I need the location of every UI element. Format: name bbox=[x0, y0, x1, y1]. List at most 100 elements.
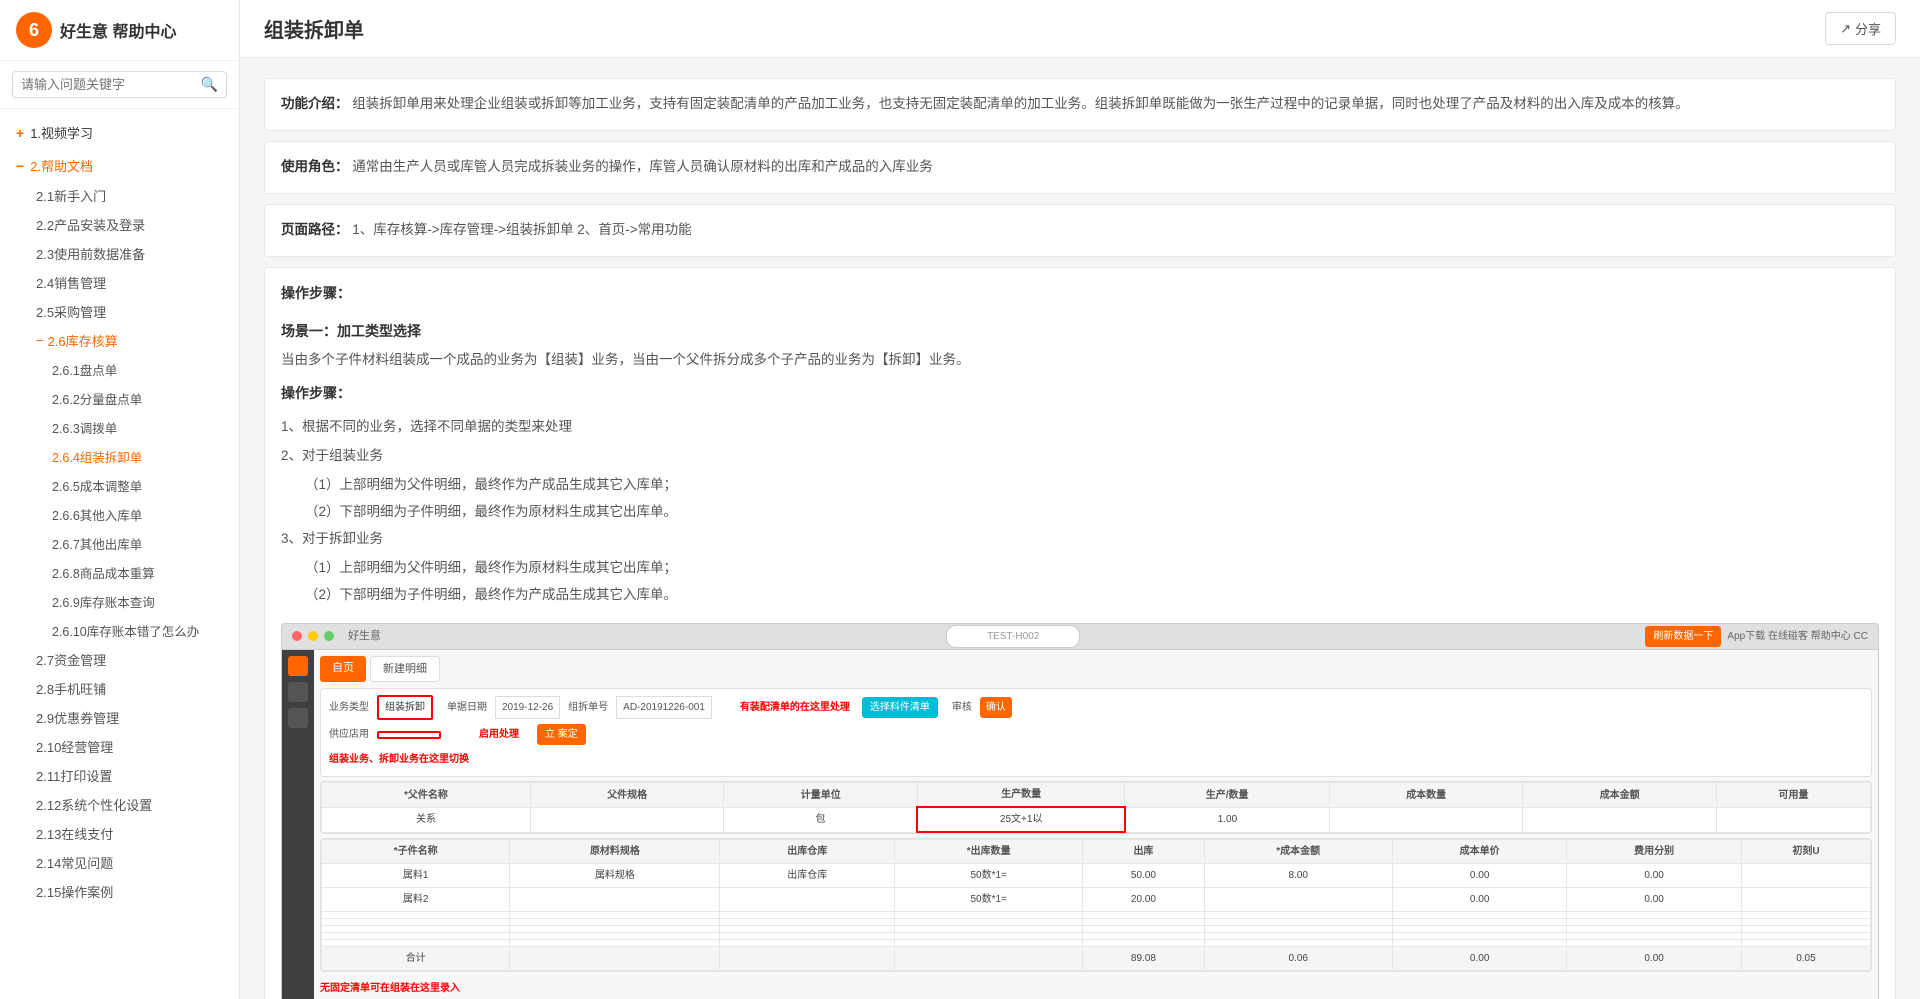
sidebar-item-2-2[interactable]: 2.2产品安装及登录 bbox=[0, 210, 239, 239]
header: 组装拆卸单 ↗ 分享 bbox=[240, 0, 1920, 58]
table-row bbox=[322, 940, 1871, 947]
sidebar-item-2-9[interactable]: 2.9优惠券管理 bbox=[0, 703, 239, 732]
table-footer: 合计 89.08 0.06 0.00 0.00 0.05 bbox=[322, 947, 1871, 971]
nav-sub-items-2-6: 2.6.1盘点单 2.6.2分量盘点单 2.6.3调拨单 2.6.4组装拆卸单 … bbox=[0, 355, 239, 645]
form-audit-btn: 确认 bbox=[980, 697, 1012, 718]
form-code-label: 组拆单号 bbox=[568, 699, 608, 716]
sidebar-item-2-6-1[interactable]: 2.6.1盘点单 bbox=[0, 355, 239, 384]
th-prod-qty2: 生产/数量 bbox=[1125, 783, 1330, 808]
window-close-dot bbox=[292, 631, 302, 641]
table-row bbox=[322, 912, 1871, 919]
form-audit-label: 审核 bbox=[952, 699, 972, 716]
sidebar-item-2-6-7[interactable]: 2.6.7其他出库单 bbox=[0, 529, 239, 558]
sidebar-item-2[interactable]: − 2.帮助文档 bbox=[0, 150, 239, 181]
nav-sub-items-2: 2.1新手入门 2.2产品安装及登录 2.3使用前数据准备 2.4销售管理 2.… bbox=[0, 181, 239, 906]
th-available: 可用量 bbox=[1716, 783, 1870, 808]
step2-sub2: （2）下部明细为子件明细，最终作为原材料生成其它出库单。 bbox=[281, 501, 1879, 524]
form-supplier-val bbox=[377, 731, 441, 739]
form-confirm-btn: 立 案定 bbox=[537, 724, 586, 745]
sidebar-item-2-5[interactable]: 2.5采购管理 bbox=[0, 297, 239, 326]
form-type-val: 组装拆卸 bbox=[377, 695, 433, 720]
th-cost-amt: 成本金额 bbox=[1523, 783, 1717, 808]
steps-block: 操作步骤： 场景一：加工类型选择 当由多个子件材料组装成一个成品的业务为【组装】… bbox=[264, 267, 1896, 999]
logo-text: 好生意 帮助中心 bbox=[60, 18, 176, 42]
intro-text: 组装拆卸单用来处理企业组装或拆卸等加工业务，支持有固定装配清单的产品加工业务，也… bbox=[352, 96, 1689, 111]
sidebar-item-2-6-5[interactable]: 2.6.5成本调整单 bbox=[0, 471, 239, 500]
sidebar-item-2-6-9[interactable]: 2.6.9库存账本查询 bbox=[0, 587, 239, 616]
th-parent-spec: 父件规格 bbox=[530, 783, 724, 808]
intro-block: 功能介绍： 组装拆卸单用来处理企业组装或拆卸等加工业务，支持有固定装配清单的产品… bbox=[264, 78, 1896, 131]
sidebar-item-2-6-4[interactable]: 2.6.4组装拆卸单 bbox=[0, 442, 239, 471]
content-area: 功能介绍： 组装拆卸单用来处理企业组装或拆卸等加工业务，支持有固定装配清单的产品… bbox=[240, 58, 1920, 999]
window-min-dot bbox=[308, 631, 318, 641]
expand-icon-2: − bbox=[16, 158, 24, 174]
form-code-val: AD-20191226-001 bbox=[616, 696, 712, 719]
expand-icon-1: + bbox=[16, 125, 24, 141]
sidebar-item-2-11[interactable]: 2.11打印设置 bbox=[0, 761, 239, 790]
sidebar-item-2-14[interactable]: 2.14常见问题 bbox=[0, 848, 239, 877]
sidebar-item-2-1[interactable]: 2.1新手入门 bbox=[0, 181, 239, 210]
sidebar-item-1[interactable]: + 1.视频学习 bbox=[0, 117, 239, 148]
app-icon-home bbox=[288, 656, 308, 676]
search-box: 🔍 bbox=[12, 71, 227, 98]
sidebar-item-2-6-8[interactable]: 2.6.8商品成本重算 bbox=[0, 558, 239, 587]
scenario1-desc: 当由多个子件材料组装成一个成品的业务为【组装】业务，当由一个父件拆分成多个子产品… bbox=[281, 349, 1879, 372]
sidebar-item-2-12[interactable]: 2.12系统个性化设置 bbox=[0, 790, 239, 819]
sidebar-item-2-10[interactable]: 2.10经营管理 bbox=[0, 732, 239, 761]
address-bar: TEST-H002 bbox=[946, 625, 1080, 648]
th-u: 初刻U bbox=[1741, 840, 1870, 864]
table-row: 关系 包 25文+1以 1.00 bbox=[322, 807, 1871, 832]
share-icon: ↗ bbox=[1840, 21, 1851, 37]
th-child-name: *子件名称 bbox=[322, 840, 510, 864]
search-input[interactable] bbox=[21, 77, 201, 92]
logo-icon: 6 bbox=[16, 12, 52, 48]
window-title: 好生意 bbox=[348, 627, 381, 646]
th-parent-name: *父件名称 bbox=[322, 783, 531, 808]
search-icon[interactable]: 🔍 bbox=[201, 76, 218, 93]
screenshot-container: 好生意 TEST-H002 刷新数据一下 App下载 在线碰客 帮助中心 CC bbox=[281, 623, 1879, 999]
table-child: *子件名称 原材料规格 出库仓库 *出库数量 出库 *成本金额 成本单价 费用分… bbox=[321, 839, 1871, 971]
path-text: 1、库存核算->库存管理->组装拆卸单 2、首页->常用功能 bbox=[352, 222, 691, 237]
tab-home: 自页 bbox=[320, 656, 366, 683]
screenshot-topbar-right: App下载 在线碰客 帮助中心 CC bbox=[1727, 628, 1868, 645]
th-cost-price: 成本单价 bbox=[1392, 840, 1566, 864]
sidebar-item-2-6-6[interactable]: 2.6.6其他入库单 bbox=[0, 500, 239, 529]
table-row bbox=[322, 933, 1871, 940]
path-label: 页面路径： bbox=[281, 222, 349, 237]
app-icon-menu bbox=[288, 682, 308, 702]
ops-title: 操作步骤： bbox=[281, 282, 1879, 306]
sidebar-item-label-2: 2.帮助文档 bbox=[30, 156, 93, 175]
th-prod-qty: 生产数量 bbox=[917, 783, 1124, 808]
step2: 2、对于组装业务 bbox=[281, 445, 1879, 468]
nav-tree: + 1.视频学习 − 2.帮助文档 2.1新手入门 2.2产品安装及登录 2.3… bbox=[0, 109, 239, 999]
sidebar-item-2-15[interactable]: 2.15操作案例 bbox=[0, 877, 239, 906]
sidebar-item-2-6-2[interactable]: 2.6.2分量盘点单 bbox=[0, 384, 239, 413]
main: 组装拆卸单 ↗ 分享 功能介绍： 组装拆卸单用来处理企业组装或拆卸等加工业务，支… bbox=[240, 0, 1920, 999]
step3-sub1: （1）上部明细为父件明细，最终作为原材料生成其它出库单； bbox=[281, 557, 1879, 580]
sidebar-item-2-13[interactable]: 2.13在线支付 bbox=[0, 819, 239, 848]
ops-steps-title: 操作步骤： bbox=[281, 382, 1879, 406]
step1: 1、根据不同的业务，选择不同单据的类型来处理 bbox=[281, 416, 1879, 439]
sidebar-item-2-8[interactable]: 2.8手机旺铺 bbox=[0, 674, 239, 703]
sub-annotation: 无固定清单可在组装在这里录入 bbox=[320, 983, 460, 994]
sidebar-item-2-6[interactable]: − 2.6库存核算 bbox=[0, 326, 239, 355]
step3: 3、对于拆卸业务 bbox=[281, 528, 1879, 551]
th-out: 出库 bbox=[1083, 840, 1204, 864]
step3-sub2: （2）下部明细为子件明细，最终作为产成品生成其它入库单。 bbox=[281, 584, 1879, 607]
form-date-val: 2019-12-26 bbox=[495, 696, 560, 719]
table-row bbox=[322, 926, 1871, 933]
app-icon-doc bbox=[288, 708, 308, 728]
share-button[interactable]: ↗ 分享 bbox=[1825, 12, 1896, 45]
sidebar-item-2-6-10[interactable]: 2.6.10库存账本错了怎么办 bbox=[0, 616, 239, 645]
page-title: 组装拆卸单 bbox=[264, 14, 364, 43]
th-out-qty: *出库数量 bbox=[894, 840, 1082, 864]
sidebar-item-2-4[interactable]: 2.4销售管理 bbox=[0, 268, 239, 297]
sidebar-item-2-7[interactable]: 2.7资金管理 bbox=[0, 645, 239, 674]
sidebar-item-2-6-3[interactable]: 2.6.3调拨单 bbox=[0, 413, 239, 442]
th-expense: 费用分别 bbox=[1567, 840, 1741, 864]
th-warehouse: 出库仓库 bbox=[720, 840, 894, 864]
sidebar-item-2-3[interactable]: 2.3使用前数据准备 bbox=[0, 239, 239, 268]
tab-new: 新建明细 bbox=[370, 656, 440, 683]
btn-select-parts: 选择料件清单 bbox=[862, 697, 938, 718]
table-row: 属料1 属料规格 出库仓库 50数*1= 50.00 8.00 0.00 0.0… bbox=[322, 864, 1871, 888]
